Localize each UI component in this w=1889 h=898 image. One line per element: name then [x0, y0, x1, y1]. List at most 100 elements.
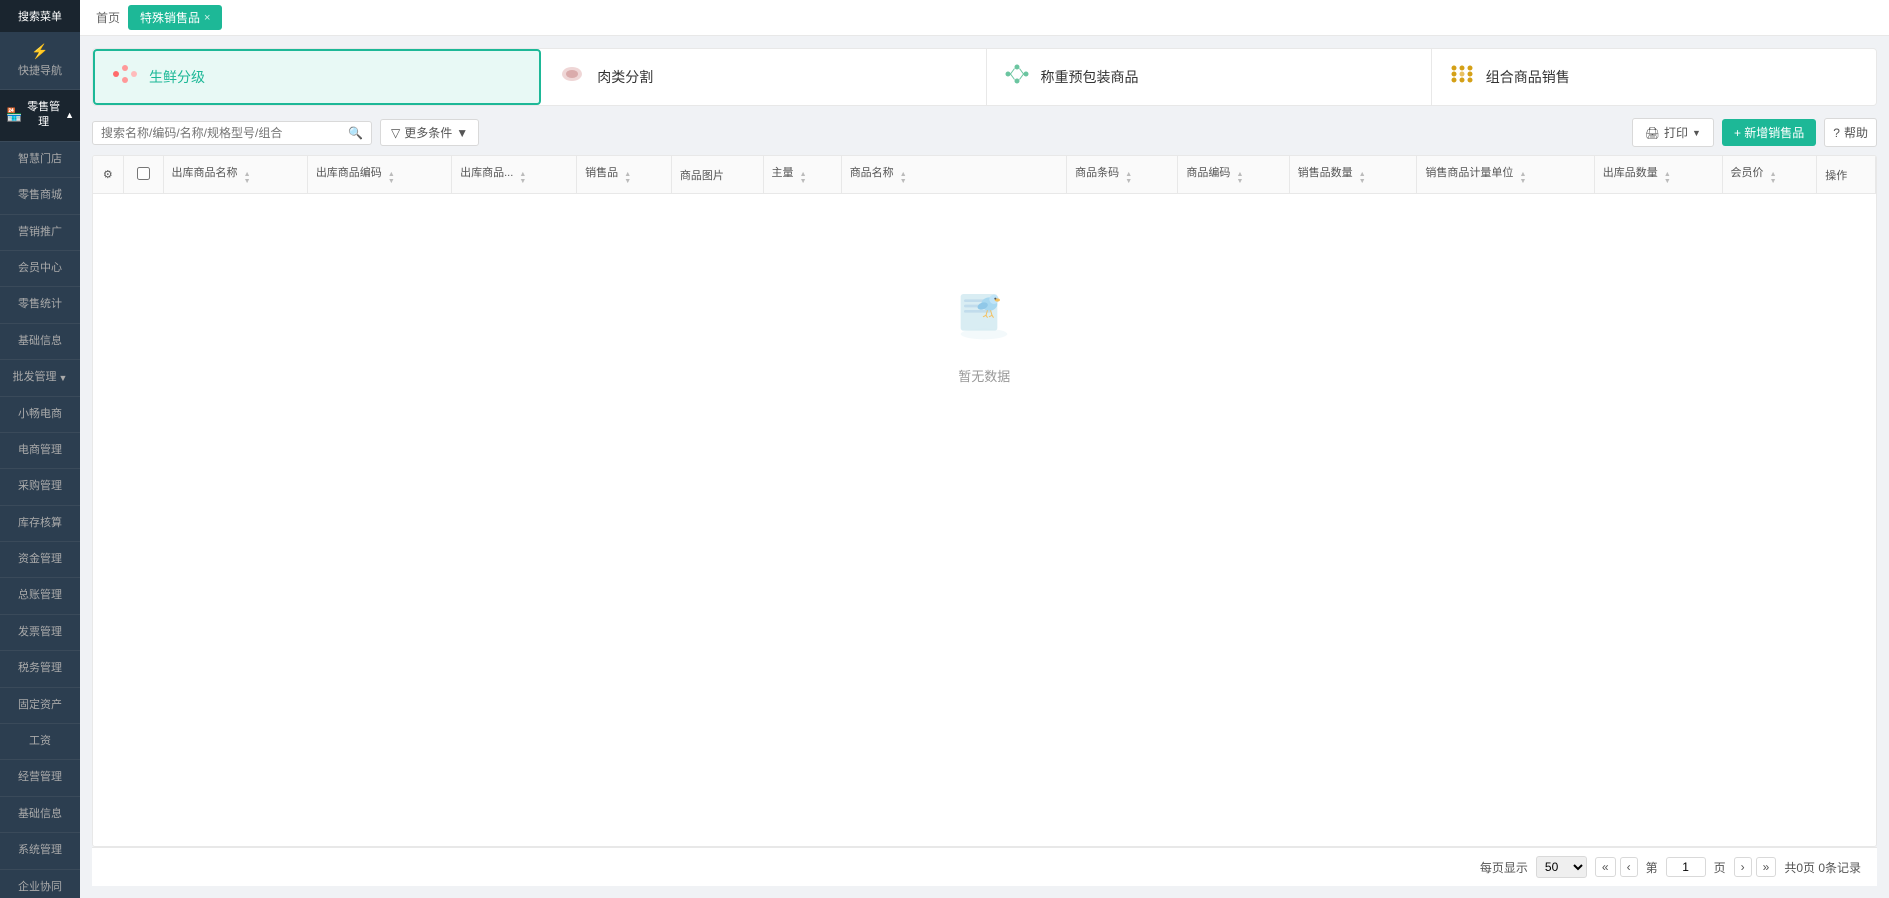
search-box[interactable]: 🔍	[92, 121, 372, 145]
sort-icons-8: ▲▼	[1236, 171, 1243, 185]
sidebar-label-retail-mgmt: 零售管理	[24, 100, 63, 131]
th-member-price[interactable]: 会员价 ▲▼	[1722, 156, 1817, 194]
tab-card-combo-sales[interactable]: 组合商品销售	[1432, 49, 1876, 105]
sidebar-label-smart-store: 智慧门店	[18, 153, 62, 165]
column-settings-icon[interactable]: ⚙	[103, 169, 113, 181]
main-content: 首页 特殊销售品 × 生鲜分级	[80, 0, 1889, 898]
sidebar-item-sales-promo[interactable]: 营销推广	[0, 215, 80, 251]
sidebar-item-mini-ecommerce[interactable]: 小畅电商	[0, 397, 80, 433]
per-page-select[interactable]: 50 10 20 100	[1536, 856, 1587, 878]
filter-arrow-icon: ▼	[456, 126, 468, 140]
tab-card-meat-cut[interactable]: 肉类分割	[541, 49, 986, 105]
sidebar-item-retail-stats[interactable]: 零售统计	[0, 287, 80, 323]
sort-icons-12: ▲▼	[1770, 171, 1777, 185]
th-weight[interactable]: 主量 ▲▼	[763, 156, 841, 194]
sidebar-item-retail-mgmt[interactable]: 🏪 零售管理 ▲	[0, 90, 80, 142]
toolbar: 🔍 ▽ 更多条件 ▼ 🖨 打印 ▼ + 新增销售品 ?	[92, 118, 1877, 147]
prev-page-button[interactable]: ‹	[1620, 857, 1638, 877]
print-arrow-icon: ▼	[1692, 128, 1701, 138]
th-checkbox[interactable]	[123, 156, 163, 194]
sidebar-item-tax-mgmt[interactable]: 税务管理	[0, 651, 80, 687]
sidebar-item-quick-nav[interactable]: ⚡ 快捷导航	[0, 32, 80, 90]
fresh-grade-label: 生鲜分级	[149, 67, 205, 87]
col-label-out-goods-name: 出库商品名称	[172, 167, 238, 179]
sidebar-item-member-center[interactable]: 会员中心	[0, 251, 80, 287]
th-sales-qty[interactable]: 销售品数量 ▲▼	[1289, 156, 1417, 194]
col-label-out-goods-code: 出库商品编码	[316, 167, 382, 179]
per-page-label: 每页显示	[1480, 859, 1528, 876]
sidebar-item-retail-mall[interactable]: 零售商城	[0, 178, 80, 214]
print-label: 打印	[1664, 124, 1688, 141]
sidebar-item-inventory-check[interactable]: 库存核算	[0, 506, 80, 542]
search-menu-btn[interactable]: 搜索菜单	[18, 8, 62, 24]
sidebar-item-wages[interactable]: 工资	[0, 724, 80, 760]
first-page-button[interactable]: «	[1595, 857, 1616, 877]
wholesale-arrow: ▼	[59, 372, 68, 385]
topbar-home-link[interactable]: 首页	[96, 9, 120, 26]
sort-icons-10: ▲▼	[1519, 171, 1526, 185]
col-label-goods-barcode: 商品条码	[1075, 167, 1119, 179]
help-button[interactable]: ? 帮助	[1824, 118, 1877, 147]
th-goods-barcode[interactable]: 商品条码 ▲▼	[1067, 156, 1178, 194]
th-out-goods-name[interactable]: 出库商品名称 ▲▼	[163, 156, 307, 194]
th-out-qty[interactable]: 出库品数量 ▲▼	[1594, 156, 1722, 194]
page-label-prefix: 第	[1646, 859, 1658, 876]
sidebar-label-fund-mgmt: 资金管理	[18, 553, 62, 565]
col-label-goods-image: 商品图片	[680, 170, 724, 182]
th-goods-name[interactable]: 商品名称 ▲▼	[841, 156, 1066, 194]
sidebar-item-fund-mgmt[interactable]: 资金管理	[0, 542, 80, 578]
sidebar-item-purchase-mgmt[interactable]: 采购管理	[0, 469, 80, 505]
select-all-checkbox[interactable]	[137, 167, 150, 180]
th-settings[interactable]: ⚙	[93, 156, 123, 194]
sort-icons-7: ▲▼	[1125, 171, 1132, 185]
th-out-goods-code[interactable]: 出库商品编码 ▲▼	[307, 156, 451, 194]
sidebar-label-general-ledger: 总账管理	[18, 589, 62, 601]
sidebar-item-enterprise-coop[interactable]: 企业协同	[0, 870, 80, 898]
topbar-tab-close[interactable]: ×	[204, 12, 210, 24]
tab-card-fresh-grade[interactable]: 生鲜分级	[93, 49, 541, 105]
sidebar-item-general-ledger[interactable]: 总账管理	[0, 578, 80, 614]
filter-label: 更多条件	[404, 124, 452, 141]
sort-icons-4: ▲▼	[624, 171, 631, 185]
print-button[interactable]: 🖨 打印 ▼	[1632, 118, 1714, 147]
col-label-out-goods-extra: 出库商品...	[460, 167, 513, 179]
sidebar-item-base-info2[interactable]: 基础信息	[0, 797, 80, 833]
sidebar-label-retail-mall: 零售商城	[18, 189, 62, 201]
next-page-button[interactable]: ›	[1734, 857, 1752, 877]
th-goods-code[interactable]: 商品编码 ▲▼	[1178, 156, 1289, 194]
sidebar-label-base-info: 基础信息	[18, 335, 62, 347]
sidebar-item-base-info[interactable]: 基础信息	[0, 324, 80, 360]
topbar-active-tab[interactable]: 特殊销售品 ×	[128, 5, 222, 30]
search-input[interactable]	[101, 126, 344, 140]
add-sales-label: + 新增销售品	[1734, 124, 1804, 141]
meat-cut-label: 肉类分割	[597, 67, 653, 87]
add-sales-button[interactable]: + 新增销售品	[1722, 119, 1816, 146]
sidebar-item-ecommerce-mgmt[interactable]: 电商管理	[0, 433, 80, 469]
empty-state: 暂无数据	[93, 194, 1876, 465]
page-number-input[interactable]	[1666, 857, 1706, 877]
sidebar-item-smart-store[interactable]: 智慧门店	[0, 142, 80, 178]
sidebar-item-ops-mgmt[interactable]: 经营管理	[0, 760, 80, 796]
th-sales-unit[interactable]: 销售商品计量单位 ▲▼	[1417, 156, 1594, 194]
total-records-label: 共0页 0条记录	[1784, 859, 1861, 876]
sort-icons-9: ▲▼	[1359, 171, 1366, 185]
sidebar-label-ops-mgmt: 经营管理	[18, 771, 62, 783]
empty-illustration	[944, 274, 1024, 354]
retail-mgmt-arrow: ▲	[65, 109, 74, 122]
col-label-sales-goods: 销售品	[585, 167, 618, 179]
meat-cut-icon	[557, 63, 587, 91]
sidebar-item-wholesale-mgmt[interactable]: 批发管理 ▼	[0, 360, 80, 396]
filter-button[interactable]: ▽ 更多条件 ▼	[380, 119, 479, 146]
tab-card-scale-prepack[interactable]: 称重预包装商品	[987, 49, 1432, 105]
sidebar-label-tax-mgmt: 税务管理	[18, 662, 62, 674]
search-icon[interactable]: 🔍	[348, 126, 363, 140]
last-page-button[interactable]: »	[1756, 857, 1777, 877]
empty-state-row: 暂无数据	[93, 194, 1876, 466]
sidebar-item-invoice-mgmt[interactable]: 发票管理	[0, 615, 80, 651]
tab-cards-row: 生鲜分级 肉类分割	[92, 48, 1877, 106]
sidebar-item-fixed-assets[interactable]: 固定资产	[0, 688, 80, 724]
sidebar-item-system-mgmt[interactable]: 系统管理	[0, 833, 80, 869]
th-sales-goods[interactable]: 销售品 ▲▼	[577, 156, 672, 194]
col-label-out-qty: 出库品数量	[1603, 167, 1658, 179]
th-out-goods-extra[interactable]: 出库商品... ▲▼	[452, 156, 577, 194]
